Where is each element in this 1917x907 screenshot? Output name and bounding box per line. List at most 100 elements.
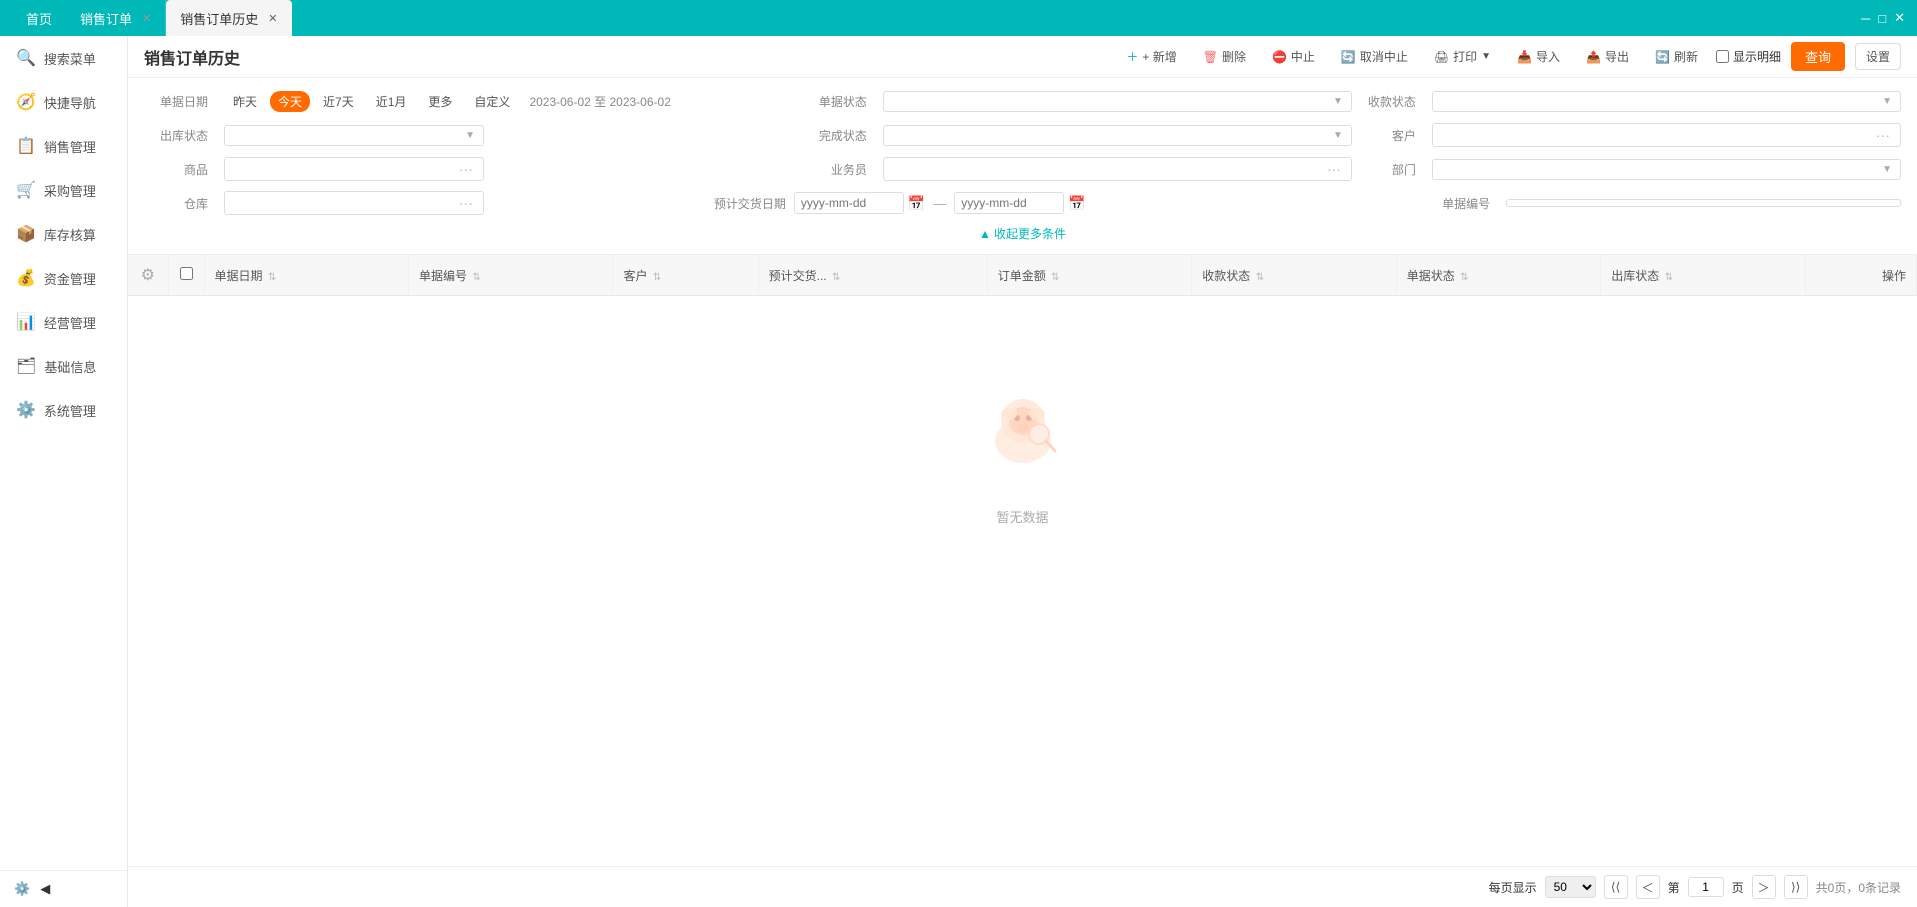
th-operation-label: 操作 [1882,269,1906,283]
sidebar-item-purchase-mgmt[interactable]: 🛒 采购管理 [0,168,127,212]
toolbar: 销售订单历史 ＋ + 新增 🗑 删除 ⛔ 中止 🔄 取消中止 🖨 打印 ▼ [128,36,1917,78]
doc-status-filter: 单据状态 ▼ [803,91,1352,112]
sidebar-item-operation-mgmt[interactable]: 📊 经营管理 [0,300,127,344]
sidebar-settings-icon[interactable]: ⚙️ [14,881,30,897]
settings-button[interactable]: 设置 [1855,43,1901,70]
sidebar-item-finance-mgmt[interactable]: 💰 资金管理 [0,256,127,300]
filter-area: 单据日期 昨天 今天 近7天 近1月 更多 自定义 2023-06-02 至 2… [128,78,1917,255]
close-tab-sales-order[interactable]: ✕ [142,12,151,25]
th-doc-status[interactable]: 单据状态 ⇅ [1396,255,1600,296]
th-doc-number-label: 单据编号 [419,269,467,283]
refresh-icon: 🔄 [1655,50,1670,64]
query-button[interactable]: 查询 [1791,42,1845,71]
date-btn-custom[interactable]: 自定义 [465,90,519,113]
customer-label: 客户 [1352,127,1424,144]
doc-status-select[interactable]: ▼ [883,91,1352,112]
show-detail-checkbox-label[interactable]: 显示明细 [1716,48,1781,65]
select-all-checkbox[interactable] [180,267,193,280]
date-btn-today[interactable]: 今天 [270,91,310,112]
close-tab-sales-order-history[interactable]: ✕ [268,12,277,25]
sort-customer-icon: ⇅ [653,272,661,283]
receipt-status-filter: 收款状态 ▼ [1352,91,1901,112]
window-maximize[interactable]: □ [1878,11,1886,26]
print-dropdown-icon: ▼ [1481,51,1491,62]
print-button[interactable]: 🖨 打印 ▼ [1426,44,1499,69]
th-outbound-status[interactable]: 出库状态 ⇅ [1601,255,1805,296]
jump-word: 第 [1668,879,1680,896]
sidebar-item-system-mgmt[interactable]: ⚙️ 系统管理 [0,388,127,432]
th-doc-date[interactable]: 单据日期 ⇅ [204,255,408,296]
th-order-amount[interactable]: 订单金额 ⇅ [987,255,1191,296]
customer-filter: 客户 ··· [1352,123,1901,147]
complete-status-filter: 完成状态 ▼ [803,125,1352,146]
sidebar-item-quick-nav[interactable]: 🧭 快捷导航 [0,80,127,124]
date-btn-7days[interactable]: 近7天 [314,90,363,113]
page-size-label: 每页显示 [1489,879,1537,896]
product-dots-btn[interactable]: ··· [455,161,477,177]
th-doc-date-label: 单据日期 [215,269,263,283]
department-select[interactable]: ▼ [1432,159,1901,180]
th-doc-number[interactable]: 单据编号 ⇅ [408,255,612,296]
date-btn-more[interactable]: 更多 [419,90,461,113]
th-operation: 操作 [1805,255,1916,296]
sidebar-collapse-icon[interactable]: ◀ [40,881,50,897]
collapse-btn[interactable]: ▲ 收起更多条件 [979,225,1066,242]
export-button[interactable]: 📤 导出 [1578,44,1637,69]
delete-icon: 🗑 [1203,50,1218,64]
first-page-btn[interactable]: ⟨⟨ [1604,875,1628,899]
show-detail-checkbox[interactable] [1716,50,1729,63]
salesperson-dots-btn[interactable]: ··· [1323,161,1345,177]
stop-button[interactable]: ⛔ 中止 [1264,44,1323,69]
doc-status-label: 单据状态 [803,93,875,110]
department-label: 部门 [1352,161,1424,178]
sidebar-search[interactable]: 🔍 搜索菜单 [0,36,127,80]
collapse-up-icon: ▲ [979,227,991,241]
empty-state: 暂无数据 [128,296,1917,586]
main-layout: 🔍 搜索菜单 🧭 快捷导航 📋 销售管理 🛒 采购管理 📦 库存核算 💰 资金管… [0,36,1917,907]
sidebar-item-inventory-check[interactable]: 📦 库存核算 [0,212,127,256]
expected-date-filter: 预计交货日期 📅 — 📅 [714,192,1426,214]
calendar-to-icon[interactable]: 📅 [1068,195,1085,212]
doc-status-dropdown-icon: ▼ [1333,96,1343,107]
outbound-status-filter: 出库状态 ▼ [144,125,803,146]
outbound-status-select[interactable]: ▼ [224,125,484,146]
complete-status-select[interactable]: ▼ [883,125,1352,146]
empty-illustration [973,376,1073,495]
gear-icon[interactable]: ⚙ [141,267,155,284]
page-number-input[interactable] [1688,877,1724,897]
date-btn-yesterday[interactable]: 昨天 [224,90,266,113]
sidebar-item-basic-info[interactable]: 🗂 基础信息 [0,344,127,388]
date-to-input[interactable] [954,192,1064,214]
prev-page-btn[interactable]: ＜ [1636,875,1660,899]
th-doc-status-label: 单据状态 [1407,269,1455,283]
date-btn-1month[interactable]: 近1月 [367,90,416,113]
import-button[interactable]: 📥 导入 [1509,44,1568,69]
import-icon: 📥 [1517,50,1532,64]
th-expected-date[interactable]: 预计交货... ⇅ [758,255,987,296]
customer-dots-btn[interactable]: ··· [1872,127,1894,143]
window-minimize[interactable]: ─ [1861,11,1870,26]
tab-sales-order[interactable]: 销售订单 ✕ [66,0,166,36]
tab-home[interactable]: 首页 [12,0,66,36]
delete-button[interactable]: 🗑 删除 [1195,44,1254,69]
last-page-btn[interactable]: ⟩⟩ [1784,875,1808,899]
date-from-input[interactable] [794,192,904,214]
sort-doc-number-icon: ⇅ [472,272,480,283]
print-icon: 🖨 [1434,50,1449,64]
empty-svg [973,376,1073,476]
receipt-status-select[interactable]: ▼ [1432,91,1901,112]
tab-sales-order-history[interactable]: 销售订单历史 ✕ [166,0,292,36]
warehouse-dots-btn[interactable]: ··· [455,195,477,211]
calendar-from-icon[interactable]: 📅 [908,195,925,212]
new-button[interactable]: ＋ + 新增 [1118,44,1184,69]
page-size-select[interactable]: 50 20 100 [1545,876,1596,898]
refresh-button[interactable]: 🔄 刷新 [1647,44,1706,69]
window-close[interactable]: ✕ [1894,10,1905,26]
sidebar-item-sales-mgmt[interactable]: 📋 销售管理 [0,124,127,168]
th-receipt-status[interactable]: 收款状态 ⇅ [1192,255,1396,296]
cancel-stop-button[interactable]: 🔄 取消中止 [1333,44,1416,69]
th-customer[interactable]: 客户 ⇅ [613,255,758,296]
data-table: ⚙ 单据日期 ⇅ 单据编号 ⇅ [128,255,1917,296]
doc-number-label: 单据编号 [1426,195,1498,212]
next-page-btn[interactable]: ＞ [1752,875,1776,899]
